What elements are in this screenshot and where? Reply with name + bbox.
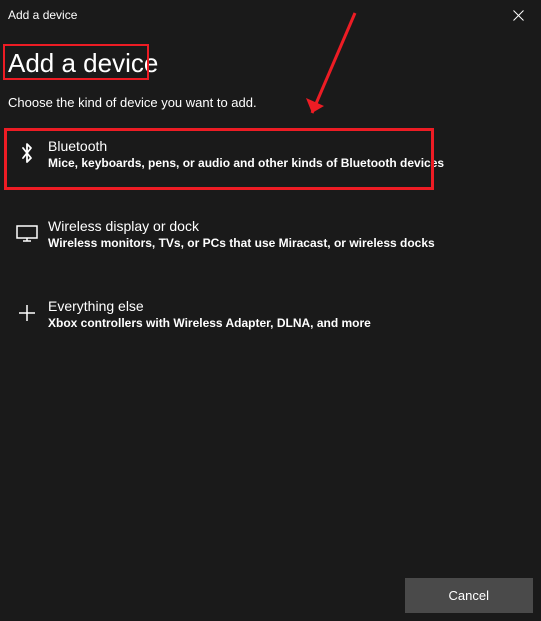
cancel-button[interactable]: Cancel xyxy=(405,578,533,613)
option-text: Bluetooth Mice, keyboards, pens, or audi… xyxy=(48,138,525,170)
option-title: Bluetooth xyxy=(48,138,525,154)
dialog-content: Add a device Choose the kind of device y… xyxy=(0,30,541,376)
option-title: Wireless display or dock xyxy=(48,218,525,234)
page-title: Add a device xyxy=(8,44,164,85)
bluetooth-icon xyxy=(16,142,38,164)
option-text: Everything else Xbox controllers with Wi… xyxy=(48,298,525,330)
page-subhead: Choose the kind of device you want to ad… xyxy=(8,95,533,110)
close-icon xyxy=(513,10,524,21)
monitor-icon xyxy=(16,222,38,244)
option-wireless-display[interactable]: Wireless display or dock Wireless monito… xyxy=(8,208,533,260)
option-title: Everything else xyxy=(48,298,525,314)
option-desc: Xbox controllers with Wireless Adapter, … xyxy=(48,316,525,330)
close-button[interactable] xyxy=(503,0,533,30)
option-everything-else[interactable]: Everything else Xbox controllers with Wi… xyxy=(8,288,533,340)
titlebar: Add a device xyxy=(0,0,541,30)
plus-icon xyxy=(16,302,38,324)
window-title: Add a device xyxy=(8,8,503,22)
option-desc: Wireless monitors, TVs, or PCs that use … xyxy=(48,236,525,250)
option-text: Wireless display or dock Wireless monito… xyxy=(48,218,525,250)
dialog-footer: Cancel xyxy=(405,578,533,613)
option-bluetooth[interactable]: Bluetooth Mice, keyboards, pens, or audi… xyxy=(8,128,533,180)
option-desc: Mice, keyboards, pens, or audio and othe… xyxy=(48,156,525,170)
